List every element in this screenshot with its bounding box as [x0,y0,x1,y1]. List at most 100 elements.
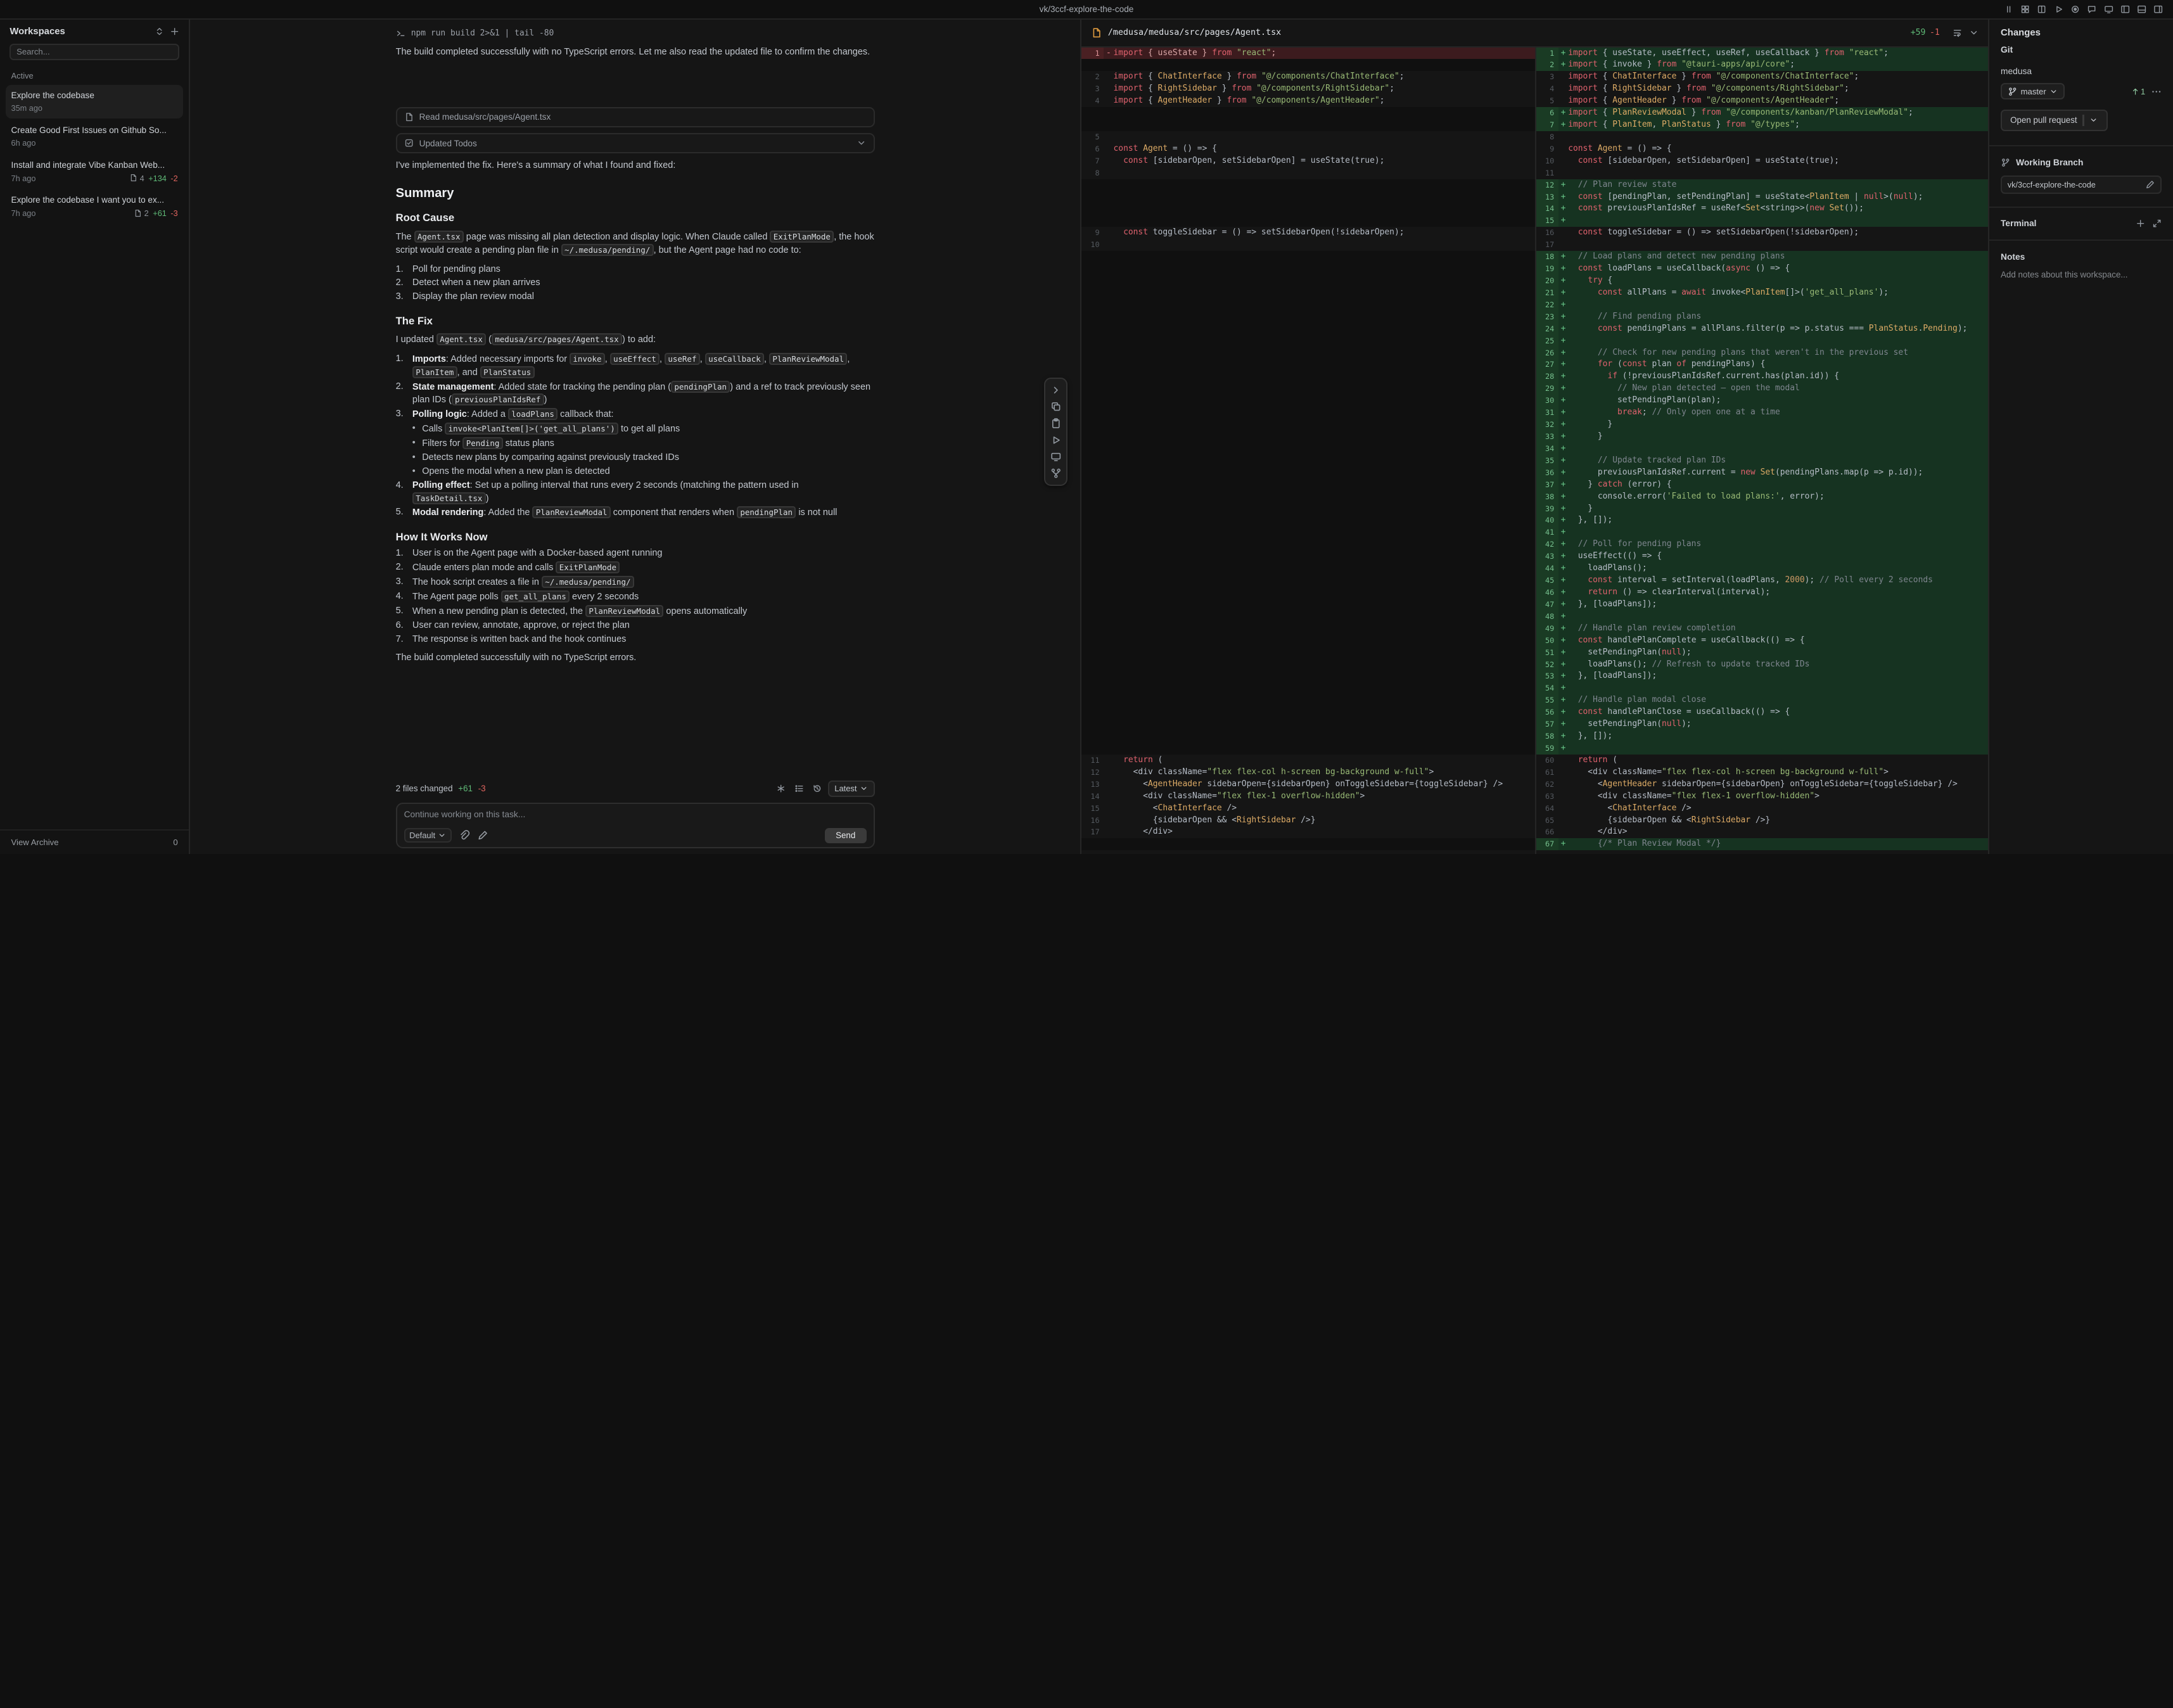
clipboard-icon[interactable] [1050,417,1062,429]
workspace-item[interactable]: Install and integrate Vibe Kanban Web...… [6,155,184,188]
open-pull-request-button[interactable]: Open pull request [2001,110,2108,132]
diff-marker [1104,395,1113,407]
diff-line: 46+ return () => clearInterval(interval)… [1536,587,1989,599]
code-text: loadPlans(); [1568,563,1988,575]
workspace-item[interactable]: Create Good First Issues on Github So...… [6,120,184,153]
chevron-down-icon[interactable] [1969,28,1979,37]
diff-marker [1558,826,1568,838]
edit-icon[interactable] [477,830,488,841]
chat-scroll-area[interactable]: npm run build 2>&1 | tail -80The build c… [190,20,1080,777]
chevron-down-icon[interactable] [2089,116,2098,124]
tool-call-row[interactable]: Updated Todos [396,133,875,153]
line-number [1081,107,1104,119]
mode-dropdown[interactable]: Default [404,828,452,843]
inline-code: useRef [665,353,700,365]
inline-code: Pending [462,437,502,449]
text: , [660,354,665,364]
search-input[interactable] [16,47,172,56]
panel-right-icon[interactable] [2153,4,2163,14]
asterisk-icon[interactable] [776,784,786,793]
line-number: 1 [1081,48,1104,60]
monitor-icon[interactable] [1050,451,1062,462]
list-icon[interactable] [794,784,804,793]
diff-marker: + [1558,323,1568,335]
line-number: 23 [1536,311,1558,323]
view-archive-link[interactable]: View Archive [11,838,59,847]
diff-split-view[interactable]: 1-import { useState } from "react";2impo… [1081,48,1988,854]
line-number: 33 [1536,431,1558,443]
plus-icon[interactable] [2136,219,2145,228]
chat-icon[interactable] [2087,4,2096,14]
diff-marker: + [1558,599,1568,611]
sidebar-header-actions [155,27,179,36]
code-text: const toggleSidebar = () => setSidebarOp… [1568,227,1988,239]
columns-icon[interactable] [2037,4,2046,14]
chevrons-updown-icon[interactable] [155,27,164,36]
attach-icon[interactable] [459,830,470,841]
notes-placeholder[interactable]: Add notes about this workspace... [1989,267,2173,283]
code-text [1114,131,1535,143]
panel-bottom-icon[interactable] [2137,4,2146,14]
file-icon [1091,27,1102,39]
code-text: const interval = setInterval(loadPlans, … [1568,575,1988,587]
notes-header[interactable]: Notes [1989,246,2173,267]
diff-marker [1104,730,1113,742]
panel-left-icon[interactable] [2120,4,2130,14]
send-button[interactable]: Send [825,828,867,843]
text: is not null [796,507,837,518]
workspace-item[interactable]: Explore the codebase35m ago [6,85,184,118]
diff-line: 47+ }, [loadPlans]); [1536,599,1989,611]
wrap-icon[interactable] [1953,28,1962,37]
code-text [1568,167,1988,179]
history-icon[interactable] [812,784,822,793]
inline-code: medusa/src/pages/Agent.tsx [492,333,622,345]
code-text: setPendingPlan(null); [1568,647,1988,659]
line-number [1081,587,1104,599]
diff-marker [1104,742,1113,755]
chevron-down-icon[interactable] [857,138,866,148]
bullet: • [410,437,418,450]
code-text: useEffect(() => { [1568,551,1988,563]
list-number: 2. [396,277,409,290]
diff-marker: + [1558,730,1568,742]
branch-selector[interactable]: master [2001,83,2065,99]
latest-dropdown[interactable]: Latest [828,781,875,797]
code-text [1114,514,1535,526]
button-divider [2082,115,2084,126]
diff-marker [1104,359,1113,371]
files-changed-label[interactable]: 2 files changed [396,784,453,793]
workspace-search[interactable] [10,44,179,60]
maximize-icon[interactable] [2152,219,2162,228]
message-input[interactable] [404,810,867,819]
tool-call-row[interactable]: npm run build 2>&1 | tail -80 [396,27,875,41]
tool-call-row[interactable]: Read medusa/src/pages/Agent.tsx [396,107,875,127]
code-text: <div className="flex flex-col h-screen b… [1568,767,1988,779]
working-branch-input[interactable]: vk/3ccf-explore-the-code [2001,175,2162,193]
inline-code: invoke [570,353,605,365]
diff-file-path[interactable]: /medusa/medusa/src/pages/Agent.tsx [1108,28,1281,37]
list-number: 3. [396,291,409,303]
play-icon[interactable] [2054,4,2063,14]
chevron-right-icon[interactable] [1050,385,1062,396]
workspace-item[interactable]: Explore the codebase I want you to ex...… [6,190,184,224]
line-number: 17 [1081,826,1104,838]
diff-marker: + [1558,551,1568,563]
plus-icon[interactable] [170,27,179,36]
line-number: 12 [1081,767,1104,779]
terminal-header[interactable]: Terminal [1989,213,2173,234]
text: , but the Agent page had no code to: [654,245,801,255]
pause-icon[interactable] [2004,4,2013,14]
grid-icon[interactable] [2020,4,2030,14]
monitor-icon[interactable] [2104,4,2113,14]
fork-icon[interactable] [1050,468,1062,479]
archive-count: 0 [173,838,177,847]
play-icon[interactable] [1050,435,1062,446]
copy-icon[interactable] [1050,401,1062,412]
diff-marker: + [1558,611,1568,623]
edit-icon[interactable] [2145,180,2155,189]
more-actions-icon[interactable] [2151,86,2162,98]
message-composer[interactable]: Default Send [396,803,875,848]
record-icon[interactable] [2070,4,2080,14]
code-text [1114,599,1535,611]
diff-marker [1558,131,1568,143]
